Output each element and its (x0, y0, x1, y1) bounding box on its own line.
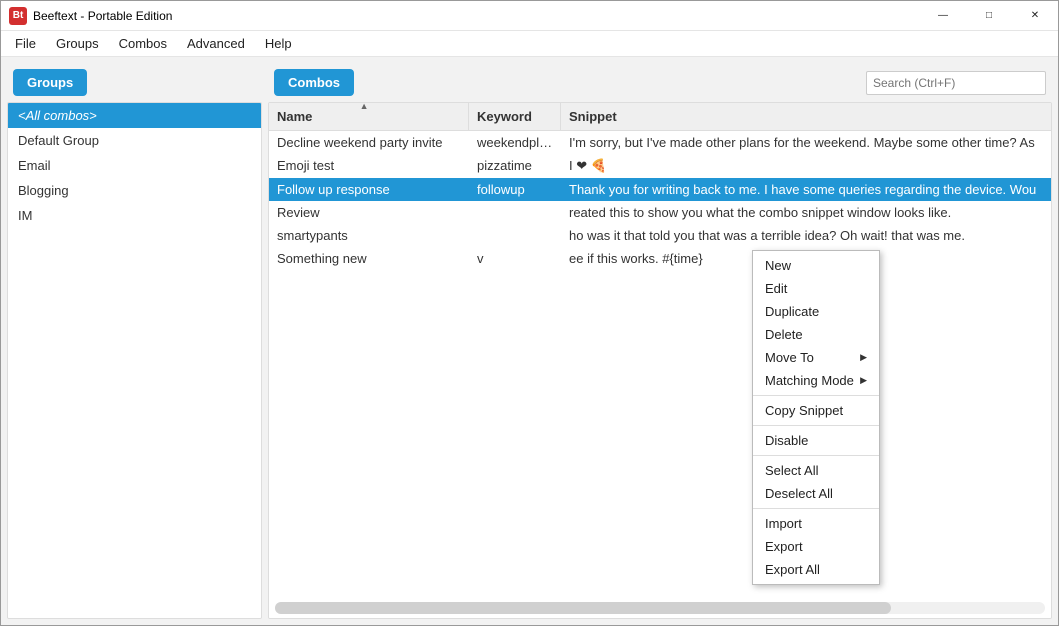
groups-panel-header: Groups (7, 63, 262, 102)
group-row-default-group[interactable]: Default Group (8, 128, 261, 153)
ctx-edit[interactable]: Edit (753, 277, 879, 300)
window-controls: — □ ✕ (920, 1, 1058, 31)
cell-name: Review (269, 201, 469, 224)
column-header-name-label: Name (277, 109, 312, 124)
ctx-select-all[interactable]: Select All (753, 459, 879, 482)
app-icon: Bt (9, 7, 27, 25)
menu-help[interactable]: Help (255, 32, 302, 55)
cell-snippet: I'm sorry, but I've made other plans for… (561, 131, 1051, 154)
column-header-keyword[interactable]: Keyword (469, 103, 561, 130)
cell-snippet: I ❤ 🍕 (561, 154, 1051, 178)
group-row-email[interactable]: Email (8, 153, 261, 178)
cell-keyword: pizzatime (469, 154, 561, 178)
table-row[interactable]: Emoji test pizzatime I ❤ 🍕 (269, 154, 1051, 178)
table-row[interactable]: Decline weekend party invite weekendplan… (269, 131, 1051, 154)
ctx-copy-snippet[interactable]: Copy Snippet (753, 399, 879, 422)
cell-snippet: Thank you for writing back to me. I have… (561, 178, 1051, 201)
search-input[interactable] (866, 71, 1046, 95)
cell-snippet: reated this to show you what the combo s… (561, 201, 1051, 224)
table-row[interactable]: Something new v ee if this works. #{time… (269, 247, 1051, 270)
maximize-button[interactable]: □ (966, 1, 1012, 31)
combos-button[interactable]: Combos (274, 69, 354, 96)
chevron-right-icon: ▶ (860, 375, 867, 386)
minimize-button[interactable]: — (920, 1, 966, 31)
cell-name: Decline weekend party invite (269, 131, 469, 154)
table-row[interactable]: smartypants ho was it that told you that… (269, 224, 1051, 247)
ctx-separator (753, 455, 879, 456)
ctx-delete[interactable]: Delete (753, 323, 879, 346)
ctx-import[interactable]: Import (753, 512, 879, 535)
menu-file[interactable]: File (5, 32, 46, 55)
table-row[interactable]: Review reated this to show you what the … (269, 201, 1051, 224)
combos-panel: Name ▲ Keyword Snippet Decline weekend p… (268, 102, 1052, 619)
combos-panel-header: Combos (268, 63, 1052, 102)
ctx-export-all[interactable]: Export All (753, 558, 879, 581)
table-row[interactable]: Follow up response followup Thank you fo… (269, 178, 1051, 201)
menubar: File Groups Combos Advanced Help (1, 31, 1058, 57)
ctx-move-to[interactable]: Move To ▶ (753, 346, 879, 369)
combo-list[interactable]: Decline weekend party invite weekendplan… (269, 131, 1051, 618)
app-window: Bt Beeftext - Portable Edition — □ ✕ Fil… (0, 0, 1059, 626)
ctx-move-to-label: Move To (765, 350, 814, 365)
group-row-all-combos[interactable]: <All combos> (8, 103, 261, 128)
groups-panel: <All combos> Default Group Email Bloggin… (7, 102, 262, 619)
chevron-right-icon: ▶ (860, 352, 867, 363)
sort-indicator-icon: ▲ (360, 102, 369, 111)
ctx-duplicate[interactable]: Duplicate (753, 300, 879, 323)
groups-list[interactable]: <All combos> Default Group Email Bloggin… (8, 103, 261, 618)
cell-keyword: v (469, 247, 561, 270)
context-menu: New Edit Duplicate Delete Move To ▶ Matc… (752, 250, 880, 585)
cell-keyword (469, 201, 561, 224)
menu-groups[interactable]: Groups (46, 32, 109, 55)
close-button[interactable]: ✕ (1012, 1, 1058, 31)
ctx-disable[interactable]: Disable (753, 429, 879, 452)
window-title: Beeftext - Portable Edition (33, 9, 920, 23)
combo-table-header: Name ▲ Keyword Snippet (269, 103, 1051, 131)
ctx-export[interactable]: Export (753, 535, 879, 558)
column-header-snippet[interactable]: Snippet (561, 103, 1051, 130)
ctx-separator (753, 508, 879, 509)
group-row-blogging[interactable]: Blogging (8, 178, 261, 203)
ctx-new[interactable]: New (753, 254, 879, 277)
column-header-name[interactable]: Name ▲ (269, 103, 469, 130)
cell-name: Follow up response (269, 178, 469, 201)
cell-name: Emoji test (269, 154, 469, 178)
ctx-separator (753, 425, 879, 426)
cell-keyword: followup (469, 178, 561, 201)
ctx-matching-mode-label: Matching Mode (765, 373, 854, 388)
titlebar: Bt Beeftext - Portable Edition — □ ✕ (1, 1, 1058, 31)
ctx-separator (753, 395, 879, 396)
group-row-im[interactable]: IM (8, 203, 261, 228)
cell-snippet: ho was it that told you that was a terri… (561, 224, 1051, 247)
ctx-matching-mode[interactable]: Matching Mode ▶ (753, 369, 879, 392)
ctx-deselect-all[interactable]: Deselect All (753, 482, 879, 505)
horizontal-scrollbar[interactable] (275, 602, 1045, 614)
cell-keyword: weekendplan (469, 131, 561, 154)
menu-combos[interactable]: Combos (109, 32, 177, 55)
cell-name: Something new (269, 247, 469, 270)
menu-advanced[interactable]: Advanced (177, 32, 255, 55)
groups-button[interactable]: Groups (13, 69, 87, 96)
cell-keyword (469, 224, 561, 247)
cell-name: smartypants (269, 224, 469, 247)
scrollbar-thumb[interactable] (275, 602, 891, 614)
content-area: Groups <All combos> Default Group Email … (1, 57, 1058, 625)
